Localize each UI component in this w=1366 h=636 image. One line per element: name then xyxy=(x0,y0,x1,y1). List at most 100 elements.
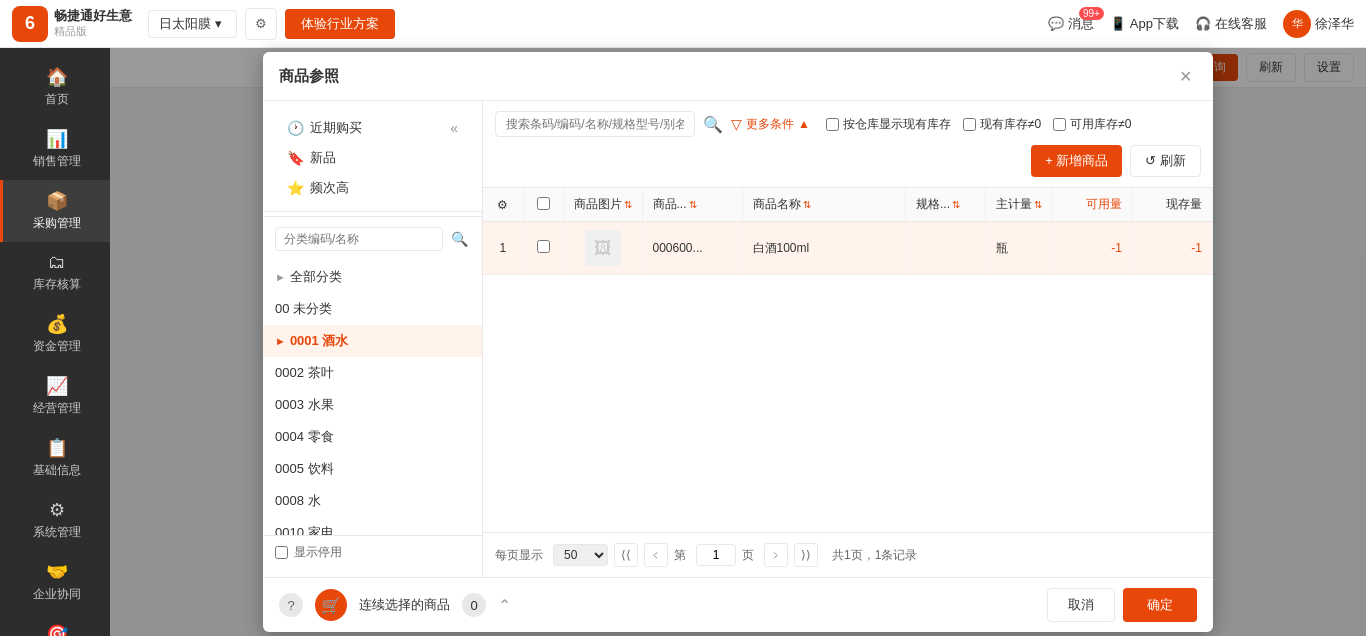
per-page-select[interactable]: 50 100 200 xyxy=(553,544,608,566)
purchase-icon: 📦 xyxy=(46,190,68,212)
quick-filter-frequent[interactable]: ⭐ 频次高 xyxy=(275,173,470,203)
cancel-button[interactable]: 取消 xyxy=(1047,588,1115,622)
store-selector[interactable]: 日太阳膜 ▾ xyxy=(148,10,237,38)
sidebar-label-sales: 销售管理 xyxy=(33,153,81,170)
sidebar-item-basic[interactable]: 📋 基础信息 xyxy=(0,427,110,489)
support-item[interactable]: 🎧 在线客服 xyxy=(1195,15,1267,33)
clock-icon: 🕐 xyxy=(287,120,304,136)
trial-button[interactable]: 体验行业方案 xyxy=(285,9,395,39)
cart-button[interactable]: 🛒 xyxy=(315,589,347,621)
sidebar-item-guide[interactable]: 🎯 新手引导 xyxy=(0,613,110,636)
page-last-btn[interactable]: ⟩⟩ xyxy=(794,543,818,567)
available-value: -1 xyxy=(1111,241,1122,255)
quick-filter-new[interactable]: 🔖 新品 xyxy=(275,143,470,173)
cell-name: 白酒100ml xyxy=(742,222,906,275)
category-list: ► 全部分类 00 未分类 ► 0001 酒水 0002 茶 xyxy=(263,257,482,535)
right-panel: 🔍 ▽ 更多条件 ▲ 按仓库显示现有库存 xyxy=(483,101,1213,577)
user-item[interactable]: 华 徐泽华 xyxy=(1283,10,1354,38)
add-product-button[interactable]: + 新增商品 xyxy=(1031,145,1122,177)
system-icon: ⚙ xyxy=(49,499,65,521)
guide-icon: 🎯 xyxy=(46,623,68,636)
settings-gear-icon[interactable]: ⚙ xyxy=(497,198,508,212)
message-nav-item[interactable]: 💬 消息 99+ xyxy=(1048,15,1094,33)
row-checkbox[interactable] xyxy=(537,240,550,253)
category-item-00[interactable]: 00 未分类 xyxy=(263,293,482,325)
cell-unit: 瓶 xyxy=(986,222,1053,275)
message-badge: 99+ xyxy=(1079,7,1104,20)
confirm-button[interactable]: 确定 xyxy=(1123,588,1197,622)
footer-collapse-icon[interactable]: ⌃ xyxy=(498,596,511,615)
available-checkbox[interactable] xyxy=(963,118,976,131)
sidebar-item-system[interactable]: ⚙ 系统管理 xyxy=(0,489,110,551)
sidebar-item-purchase[interactable]: 📦 采购管理 xyxy=(0,180,110,242)
table-row[interactable]: 1 🖼 000600... xyxy=(483,222,1213,275)
settings-button[interactable]: ⚙ xyxy=(245,8,277,40)
page-next-btn[interactable]: ﹥ xyxy=(764,543,788,567)
show-disabled-checkbox[interactable] xyxy=(275,546,288,559)
category-item-0002[interactable]: 0002 茶叶 xyxy=(263,357,482,389)
cat-label-00: 00 未分类 xyxy=(275,300,332,318)
modal-close-button[interactable]: ✕ xyxy=(1173,64,1197,88)
category-item-0005[interactable]: 0005 饮料 xyxy=(263,453,482,485)
app-icon: 📱 xyxy=(1110,16,1126,31)
sidebar-item-corp[interactable]: 🤝 企业协同 xyxy=(0,551,110,613)
sidebar-label-corp: 企业协同 xyxy=(33,586,81,603)
category-search-button[interactable]: 🔍 xyxy=(449,227,470,251)
avatar: 华 xyxy=(1283,10,1311,38)
cell-available: -1 xyxy=(1053,222,1133,275)
category-item-0003[interactable]: 0003 水果 xyxy=(263,389,482,421)
cell-image: 🖼 xyxy=(563,222,642,275)
page-suffix-label: 页 xyxy=(742,547,754,564)
category-item-0008[interactable]: 0008 水 xyxy=(263,485,482,517)
quick-filter-frequent-label: 频次高 xyxy=(310,179,349,197)
modal-title: 商品参照 xyxy=(279,67,339,86)
th-available-label: 可用量 xyxy=(1086,197,1122,211)
product-search-input[interactable] xyxy=(495,111,695,137)
left-panel: 🕐 近期购买 « 🔖 新品 ⭐ 频次高 xyxy=(263,101,483,577)
page-number-input[interactable] xyxy=(696,544,736,566)
available-checkbox-text: 现有库存≠0 xyxy=(980,116,1041,133)
usable-checkbox[interactable] xyxy=(1053,118,1066,131)
product-search-button[interactable]: 🔍 xyxy=(703,115,723,134)
home-icon: 🏠 xyxy=(46,66,68,88)
category-item-0004[interactable]: 0004 零食 xyxy=(263,421,482,453)
cat-label-0008: 0008 水 xyxy=(275,492,321,510)
category-search-input[interactable] xyxy=(275,227,443,251)
cat-label-all: 全部分类 xyxy=(290,268,342,286)
warehouse-checkbox[interactable] xyxy=(826,118,839,131)
category-item-all[interactable]: ► 全部分类 xyxy=(263,261,482,293)
logo-text-area: 畅捷通好生意 精品版 xyxy=(54,8,132,40)
category-item-0010[interactable]: 0010 家电 xyxy=(263,517,482,535)
app-download-item[interactable]: 📱 App下载 xyxy=(1110,15,1179,33)
sidebar-item-finance[interactable]: 💰 资金管理 xyxy=(0,303,110,365)
help-button[interactable]: ? xyxy=(279,593,303,617)
filter-icon: ▽ xyxy=(731,116,742,132)
page-prev-btn[interactable]: ﹤ xyxy=(644,543,668,567)
corp-icon: 🤝 xyxy=(46,561,68,583)
message-icon: 💬 xyxy=(1048,16,1064,31)
quick-filters-section: 🕐 近期购买 « 🔖 新品 ⭐ 频次高 xyxy=(263,109,482,212)
toolbar-right: + 新增商品 ↺ 刷新 xyxy=(1031,145,1201,177)
logo-icon: 6 xyxy=(12,6,48,42)
sidebar-label-purchase: 采购管理 xyxy=(33,215,81,232)
refresh-button[interactable]: ↺ 刷新 xyxy=(1130,145,1201,177)
sidebar-item-home[interactable]: 🏠 首页 xyxy=(0,56,110,118)
page-first-btn[interactable]: ⟨⟨ xyxy=(614,543,638,567)
quick-filter-recent[interactable]: 🕐 近期购买 « xyxy=(275,113,470,143)
sort-icon-unit: ⇅ xyxy=(1034,199,1042,210)
sort-icon-code: ⇅ xyxy=(689,199,697,210)
available-checkbox-label: 现有库存≠0 xyxy=(963,116,1041,133)
sidebar-item-inventory[interactable]: 🗂 库存核算 xyxy=(0,242,110,303)
category-item-0001[interactable]: ► 0001 酒水 xyxy=(263,325,482,357)
collapse-left-icon[interactable]: « xyxy=(450,120,458,136)
more-filter-button[interactable]: ▽ 更多条件 ▲ xyxy=(731,116,810,133)
warehouse-checkbox-text: 按仓库显示现有库存 xyxy=(843,116,951,133)
modal-header: 商品参照 ✕ xyxy=(263,52,1213,101)
sidebar-item-operation[interactable]: 📈 经营管理 xyxy=(0,365,110,427)
stock-value: -1 xyxy=(1191,241,1202,255)
sidebar-item-sales[interactable]: 📊 销售管理 xyxy=(0,118,110,180)
th-stock-label: 现存量 xyxy=(1166,197,1202,211)
select-all-checkbox[interactable] xyxy=(537,197,550,210)
new-icon: 🔖 xyxy=(287,150,304,166)
chevron-down-icon: ▾ xyxy=(215,16,222,31)
